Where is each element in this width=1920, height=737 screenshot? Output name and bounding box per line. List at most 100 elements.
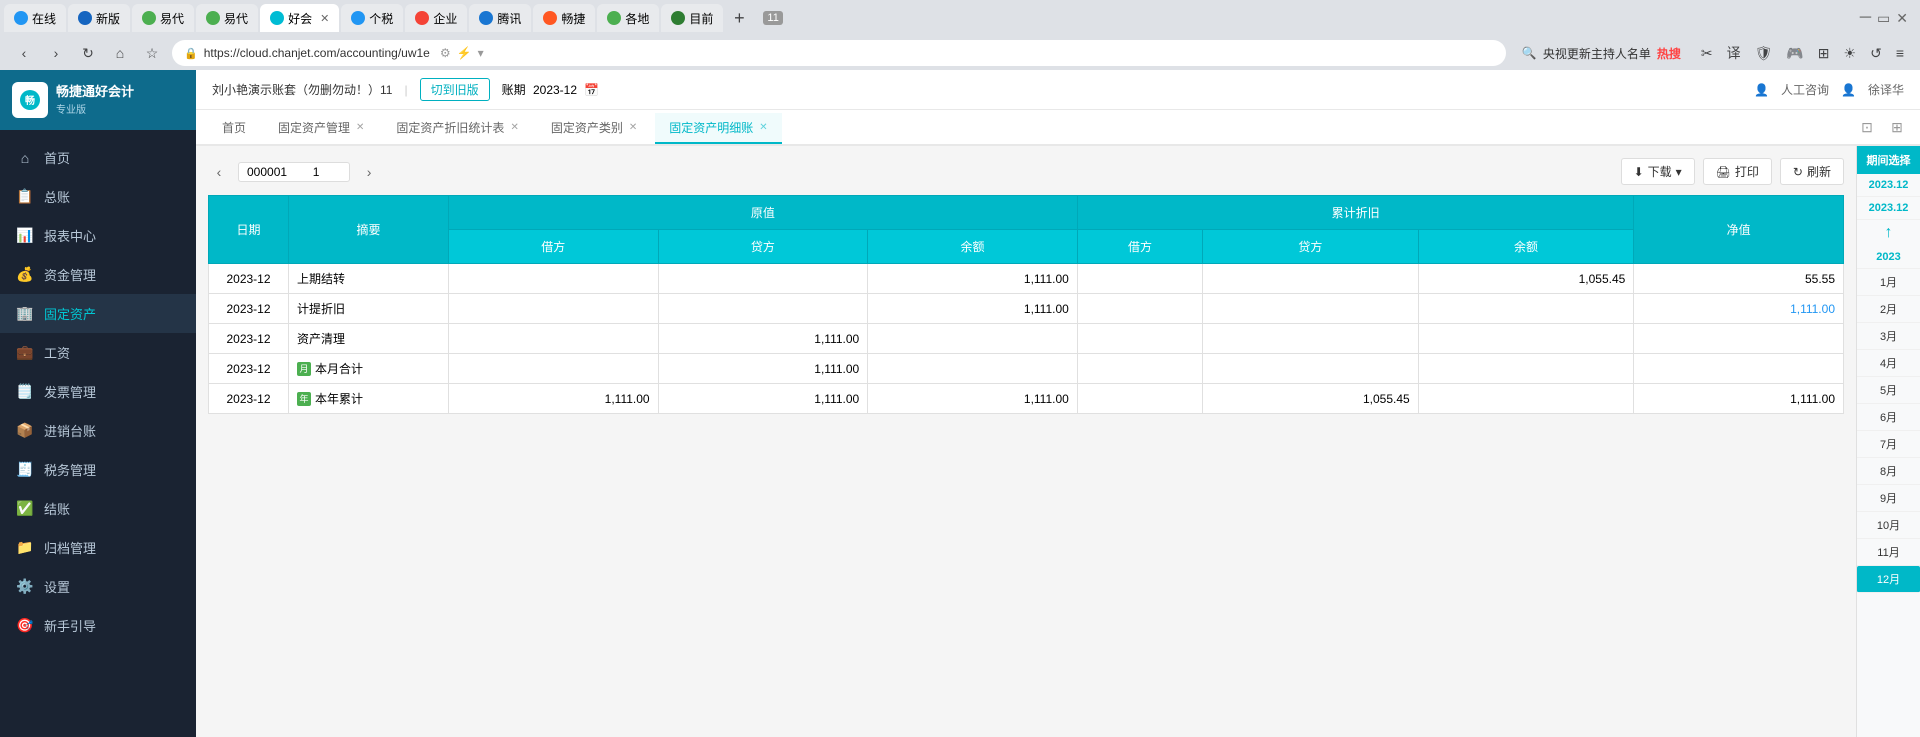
history-tool[interactable]: ↺ [1866,45,1886,62]
browser-chrome: 在线 新版 易代 易代 好会 ✕ 个税 企业 腾讯 [0,0,1920,70]
minimize-button[interactable]: ─ [1860,9,1871,27]
game-tool[interactable]: 🎮 [1782,45,1807,62]
sun-tool[interactable]: ☀ [1840,45,1861,62]
browser-tab-9[interactable]: 各地 [597,4,659,32]
period-month-3[interactable]: 3月 [1857,323,1920,350]
window-minimize-icon[interactable]: ⊡ [1856,116,1878,138]
window-maximize-icon[interactable]: ⊞ [1886,116,1908,138]
refresh-button[interactable]: ↻ 刷新 [1780,158,1844,185]
sidebar-item-payroll[interactable]: 💼 工资 [0,333,196,372]
browser-tab-5[interactable]: 个税 [341,4,403,32]
tab-fixed-asset-mgmt[interactable]: 固定资产管理 ✕ [264,113,378,144]
period-month-2[interactable]: 2月 [1857,296,1920,323]
period-month-4[interactable]: 4月 [1857,350,1920,377]
back-button[interactable]: ‹ [12,41,36,65]
translate-tool[interactable]: 译 [1723,43,1745,63]
sidebar-label-home: 首页 [44,148,70,167]
browser-tab-0[interactable]: 在线 [4,4,66,32]
row2-orig-debit [449,324,659,354]
table-row: 2023-12 资产清理 1,111.00 [209,324,1844,354]
tab-label-asset-detail-ledger: 固定资产明细账 [669,119,753,136]
sidebar-item-home[interactable]: ⌂ 首页 [0,138,196,177]
period-scroll-up[interactable]: ↑ [1857,220,1920,246]
sidebar-item-fixed-assets[interactable]: 🏢 固定资产 [0,294,196,333]
period-calendar-icon[interactable]: 📅 [584,83,599,97]
sidebar-item-purchase-sales[interactable]: 📦 进销台账 [0,411,196,450]
tab-home[interactable]: 首页 [208,113,260,144]
funds-nav-icon: 💰 [16,266,34,284]
refresh-browser-button[interactable]: ↻ [76,41,100,65]
tab-favicon-4 [270,11,284,25]
sidebar-item-funds[interactable]: 💰 资金管理 [0,255,196,294]
sidebar-label-settings: 设置 [44,577,70,596]
browser-tab-7[interactable]: 腾讯 [469,4,531,32]
tab-favicon-1 [78,11,92,25]
browser-tab-3[interactable]: 易代 [196,4,258,32]
tab-asset-detail-ledger[interactable]: 固定资产明细账 ✕ [655,113,781,144]
sidebar-item-reports[interactable]: 📊 报表中心 [0,216,196,255]
period-month-10[interactable]: 10月 [1857,512,1920,539]
tab-close-asset-category[interactable]: ✕ [629,122,637,133]
browser-tab-1[interactable]: 新版 [68,4,130,32]
sidebar-item-invoice[interactable]: 🗒️ 发票管理 [0,372,196,411]
close-button[interactable]: ✕ [1896,10,1908,27]
period-month-11[interactable]: 11月 [1857,539,1920,566]
browser-tab-8[interactable]: 畅捷 [533,4,595,32]
table-row: 2023-12 年 本年累计 1,111.00 1,111.00 1,111.0… [209,384,1844,414]
settings-icon: ⚙ [440,46,451,60]
tab-label-8: 畅捷 [561,10,585,27]
sidebar-item-archive[interactable]: 📁 归档管理 [0,528,196,567]
period-month-8[interactable]: 8月 [1857,458,1920,485]
browser-tab-2[interactable]: 易代 [132,4,194,32]
ssl-icon: 🔒 [184,47,198,60]
tab-label-6: 企业 [433,10,457,27]
period-month-1[interactable]: 1月 [1857,269,1920,296]
restore-button[interactable]: ▭ [1877,10,1890,27]
download-dropdown-icon[interactable]: ▾ [1676,165,1682,179]
tab-asset-category[interactable]: 固定资产类别 ✕ [537,113,651,144]
period-selected-1[interactable]: 2023.12 [1857,174,1920,197]
home-button[interactable]: ⌂ [108,41,132,65]
browser-tab-4[interactable]: 好会 ✕ [260,4,339,32]
browser-tab-10[interactable]: 目前 [661,4,723,32]
period-label: 账期 2023-12 📅 [502,81,600,98]
tab-depreciation-stats[interactable]: 固定资产折旧统计表 ✕ [382,113,532,144]
sidebar-item-guide[interactable]: 🎯 新手引导 [0,606,196,645]
print-button[interactable]: 🖨 打印 [1703,158,1772,185]
browser-tab-6[interactable]: 企业 [405,4,467,32]
download-button[interactable]: ⬇ 下载 ▾ [1621,158,1695,185]
sidebar-item-closing[interactable]: ✅ 结账 [0,489,196,528]
menu-tool[interactable]: ≡ [1892,45,1908,61]
username-label: 徐译华 [1868,81,1904,98]
new-tab-button[interactable]: + [725,4,753,32]
shield-tool[interactable]: 🛡 [1751,45,1777,62]
grid-tool[interactable]: ⊞ [1814,45,1834,62]
tab-close-asset-detail-ledger[interactable]: ✕ [759,122,767,133]
period-month-7[interactable]: 7月 [1857,431,1920,458]
period-month-5[interactable]: 5月 [1857,377,1920,404]
period-month-9[interactable]: 9月 [1857,485,1920,512]
sidebar-item-ledger[interactable]: 📋 总账 [0,177,196,216]
switch-version-button[interactable]: 切到旧版 [420,78,490,101]
sidebar-item-tax[interactable]: 🧾 税务管理 [0,450,196,489]
service-btn[interactable]: 人工咨询 [1781,81,1829,98]
next-page-button[interactable]: › [358,161,380,183]
period-month-6[interactable]: 6月 [1857,404,1920,431]
sidebar-item-settings[interactable]: ⚙️ 设置 [0,567,196,606]
tab-close-4[interactable]: ✕ [320,12,329,25]
page-number-input[interactable] [291,165,341,179]
period-selected-2[interactable]: 2023.12 [1857,197,1920,220]
sidebar-label-payroll: 工资 [44,343,70,362]
tab-close-fixed-asset-mgmt[interactable]: ✕ [356,122,364,133]
scissors-tool[interactable]: ✂ [1697,45,1717,62]
prev-page-button[interactable]: ‹ [208,161,230,183]
url-bar[interactable]: 🔒 https://cloud.chanjet.com/accounting/u… [172,40,1506,66]
forward-button[interactable]: › [44,41,68,65]
row2-date: 2023-12 [209,324,289,354]
period-month-12[interactable]: 12月 [1857,566,1920,593]
tab-close-depreciation-stats[interactable]: ✕ [510,122,518,133]
col-date: 日期 [209,196,289,264]
dropdown-icon[interactable]: ▾ [478,46,484,60]
bookmark-button[interactable]: ☆ [140,41,164,65]
search-area[interactable]: 🔍 央视更新主持人名单 热搜 [1522,45,1681,62]
